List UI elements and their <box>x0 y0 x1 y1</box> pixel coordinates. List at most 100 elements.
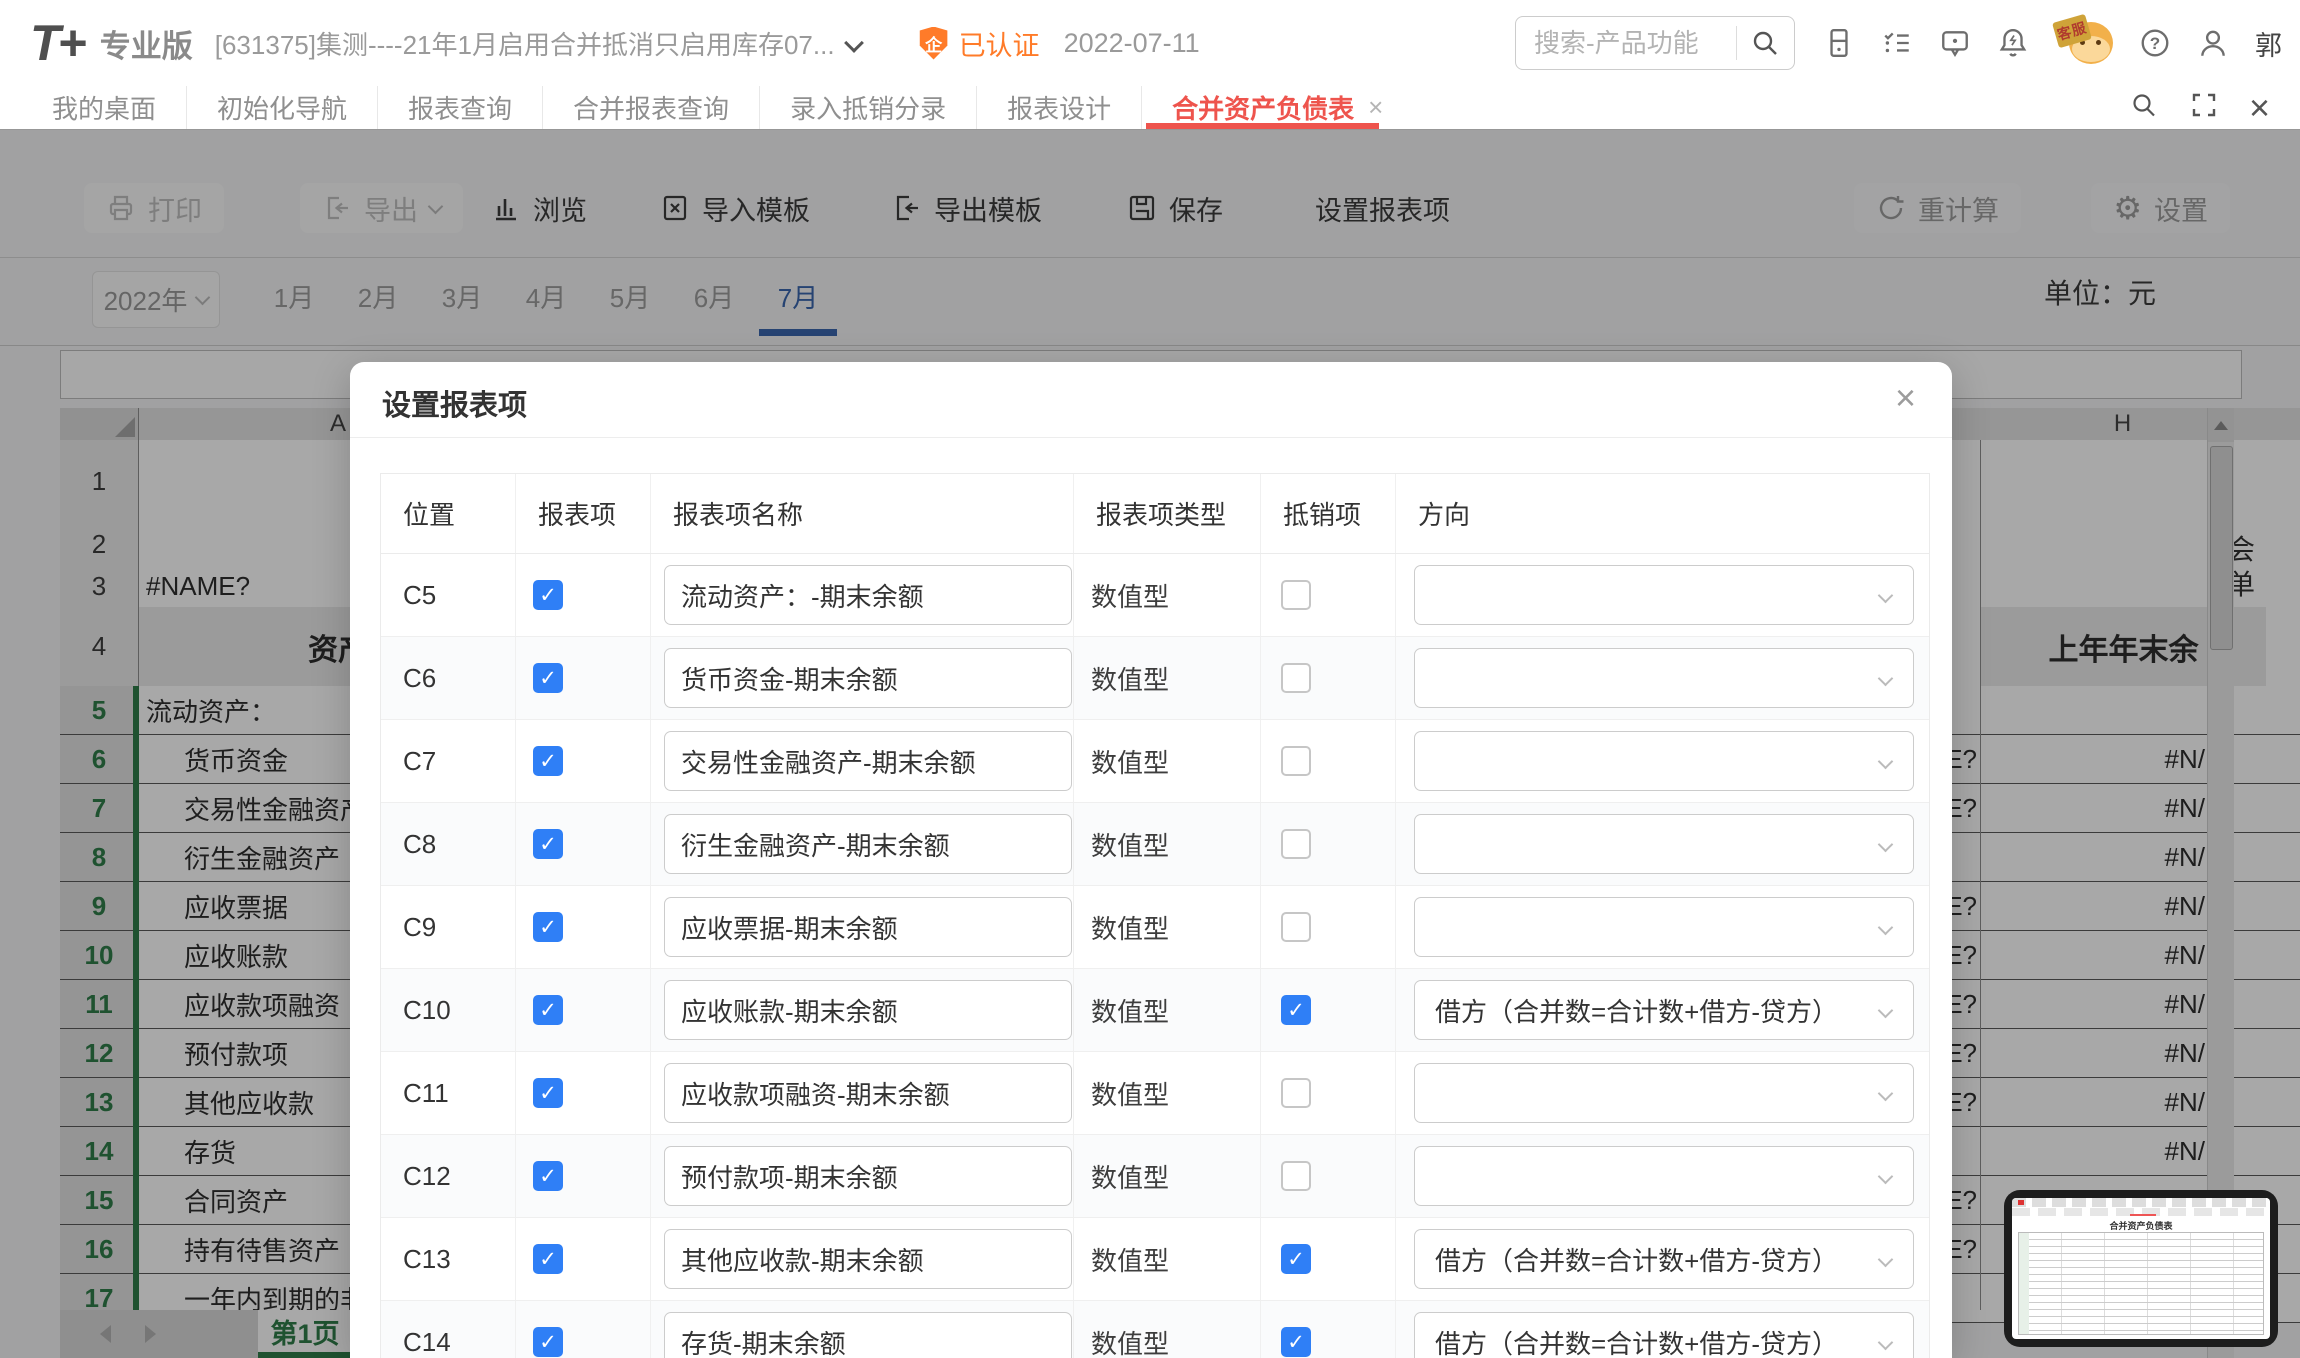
direction-select[interactable] <box>1414 731 1914 791</box>
report-item-checkbox[interactable] <box>533 746 563 776</box>
cell-report-item <box>516 554 651 636</box>
offset-checkbox[interactable] <box>1281 912 1311 942</box>
item-name-input[interactable] <box>664 1146 1072 1206</box>
business-date: 2022-07-11 <box>1063 27 1200 58</box>
chevron-down-icon <box>1877 753 1894 770</box>
module-tab[interactable]: 报表设计 × <box>976 86 1141 129</box>
report-item-checkbox[interactable] <box>533 829 563 859</box>
module-tab[interactable]: 初始化导航 × <box>186 86 377 129</box>
chevron-down-icon <box>1877 919 1894 936</box>
report-item-checkbox[interactable] <box>533 912 563 942</box>
cell-item-name <box>651 1301 1074 1358</box>
direction-select[interactable] <box>1414 1146 1914 1206</box>
chevron-down-icon <box>1877 1251 1894 1268</box>
close-workspace-icon[interactable]: × <box>2249 89 2270 126</box>
feedback-icon[interactable] <box>1939 27 1971 59</box>
module-tab[interactable]: 我的桌面 × <box>22 86 186 129</box>
tab-close-icon[interactable]: × <box>1368 92 1383 123</box>
direction-select[interactable] <box>1414 814 1914 874</box>
cell-direction <box>1396 803 1929 885</box>
thumbnail-tabbar <box>2012 1208 2270 1216</box>
fullscreen-icon[interactable] <box>2189 90 2219 125</box>
cell-report-item <box>516 1218 651 1300</box>
task-list-icon[interactable] <box>1881 27 1913 59</box>
item-name-input[interactable] <box>664 648 1072 708</box>
cell-direction <box>1396 886 1929 968</box>
report-item-checkbox[interactable] <box>533 580 563 610</box>
table-body: C5 数值型 C6 <box>381 554 1929 1358</box>
cell-item-type: 数值型 <box>1074 803 1261 885</box>
search-icon[interactable] <box>1737 17 1793 69</box>
thumbnail-screen: 合并资产负债表 <box>2012 1198 2270 1339</box>
set-report-items-dialog: 设置报表项 × 位置 报表项 报表项名称 报表项类型 抵销项 方向 C5 数值型 <box>350 362 1952 1358</box>
chevron-down-icon <box>1877 1085 1894 1102</box>
cell-report-item <box>516 1135 651 1217</box>
help-icon[interactable]: ? <box>2139 27 2171 59</box>
cell-item-name <box>651 554 1074 636</box>
offset-checkbox[interactable] <box>1281 1327 1311 1357</box>
offset-checkbox[interactable] <box>1281 746 1311 776</box>
report-item-row: C8 数值型 <box>381 803 1929 886</box>
report-item-checkbox[interactable] <box>533 1078 563 1108</box>
direction-select[interactable] <box>1414 565 1914 625</box>
chevron-down-icon <box>843 32 864 53</box>
dialog-close-icon[interactable]: × <box>1895 380 1916 416</box>
direction-select[interactable]: 借方（合并数=合计数+借方-贷方） <box>1414 1312 1914 1358</box>
cell-position: C7 <box>381 720 516 802</box>
account-switcher[interactable]: [631375]集测----21年1月启用合并抵消只启用库存07... <box>214 25 864 62</box>
module-tab[interactable]: 合并报表查询 × <box>542 86 759 129</box>
offset-checkbox[interactable] <box>1281 995 1311 1025</box>
offset-checkbox[interactable] <box>1281 580 1311 610</box>
module-tab[interactable]: 报表查询 × <box>377 86 542 129</box>
module-tab-bar: 我的桌面 × 初始化导航 × 报表查询 × 合并报表查询 × 录入抵销分录 × … <box>0 86 2300 130</box>
item-name-input[interactable] <box>664 1312 1072 1358</box>
tab-label: 初始化导航 <box>217 94 348 124</box>
cell-report-item <box>516 969 651 1051</box>
offset-checkbox[interactable] <box>1281 1161 1311 1191</box>
item-name-input[interactable] <box>664 1229 1072 1289</box>
cell-item-name <box>651 637 1074 719</box>
offset-checkbox[interactable] <box>1281 829 1311 859</box>
direction-select[interactable]: 借方（合并数=合计数+借方-贷方） <box>1414 1229 1914 1289</box>
report-item-checkbox[interactable] <box>533 1244 563 1274</box>
item-name-input[interactable] <box>664 565 1072 625</box>
account-title: [631375]集测----21年1月启用合并抵消只启用库存07... <box>214 29 835 60</box>
offset-checkbox[interactable] <box>1281 663 1311 693</box>
direction-value: 借方（合并数=合计数+借方-贷方） <box>1435 1245 1839 1276</box>
direction-select[interactable]: 借方（合并数=合计数+借方-贷方） <box>1414 980 1914 1040</box>
report-item-checkbox[interactable] <box>533 1161 563 1191</box>
item-name-input[interactable] <box>664 731 1072 791</box>
offset-checkbox[interactable] <box>1281 1078 1311 1108</box>
cell-report-item <box>516 1052 651 1134</box>
tab-label: 合并报表查询 <box>573 94 730 124</box>
cell-item-name <box>651 803 1074 885</box>
report-item-checkbox[interactable] <box>533 995 563 1025</box>
tab-label: 录入抵销分录 <box>790 94 947 124</box>
module-tab[interactable]: 录入抵销分录 × <box>759 86 976 129</box>
user-name[interactable]: 郭 <box>2255 24 2282 63</box>
item-name-input[interactable] <box>664 980 1072 1040</box>
report-item-checkbox[interactable] <box>533 663 563 693</box>
item-name-input[interactable] <box>664 814 1072 874</box>
notification-bell-icon[interactable] <box>1997 27 2029 59</box>
certified-label: 已认证 <box>958 30 1040 61</box>
tplus-logo: T+ <box>30 15 87 71</box>
item-name-input[interactable] <box>664 897 1072 957</box>
item-name-input[interactable] <box>664 1063 1072 1123</box>
report-item-row: C5 数值型 <box>381 554 1929 637</box>
search-input[interactable] <box>1516 26 1736 60</box>
mascot-eye <box>2096 40 2101 45</box>
report-item-checkbox[interactable] <box>533 1327 563 1357</box>
offset-checkbox[interactable] <box>1281 1244 1311 1274</box>
direction-select[interactable] <box>1414 897 1914 957</box>
cell-offset <box>1261 886 1396 968</box>
screen-share-thumbnail[interactable]: 合并资产负债表 <box>2004 1190 2278 1347</box>
tab-search-icon[interactable] <box>2129 90 2159 125</box>
module-tab[interactable]: 合并资产负债表 × <box>1141 86 1413 129</box>
calculator-icon[interactable] <box>1823 27 1855 59</box>
product-search[interactable] <box>1515 16 1795 70</box>
direction-select[interactable] <box>1414 648 1914 708</box>
support-mascot-icon[interactable]: 客服 <box>2052 13 2113 68</box>
direction-select[interactable] <box>1414 1063 1914 1123</box>
user-icon[interactable] <box>2197 27 2229 59</box>
